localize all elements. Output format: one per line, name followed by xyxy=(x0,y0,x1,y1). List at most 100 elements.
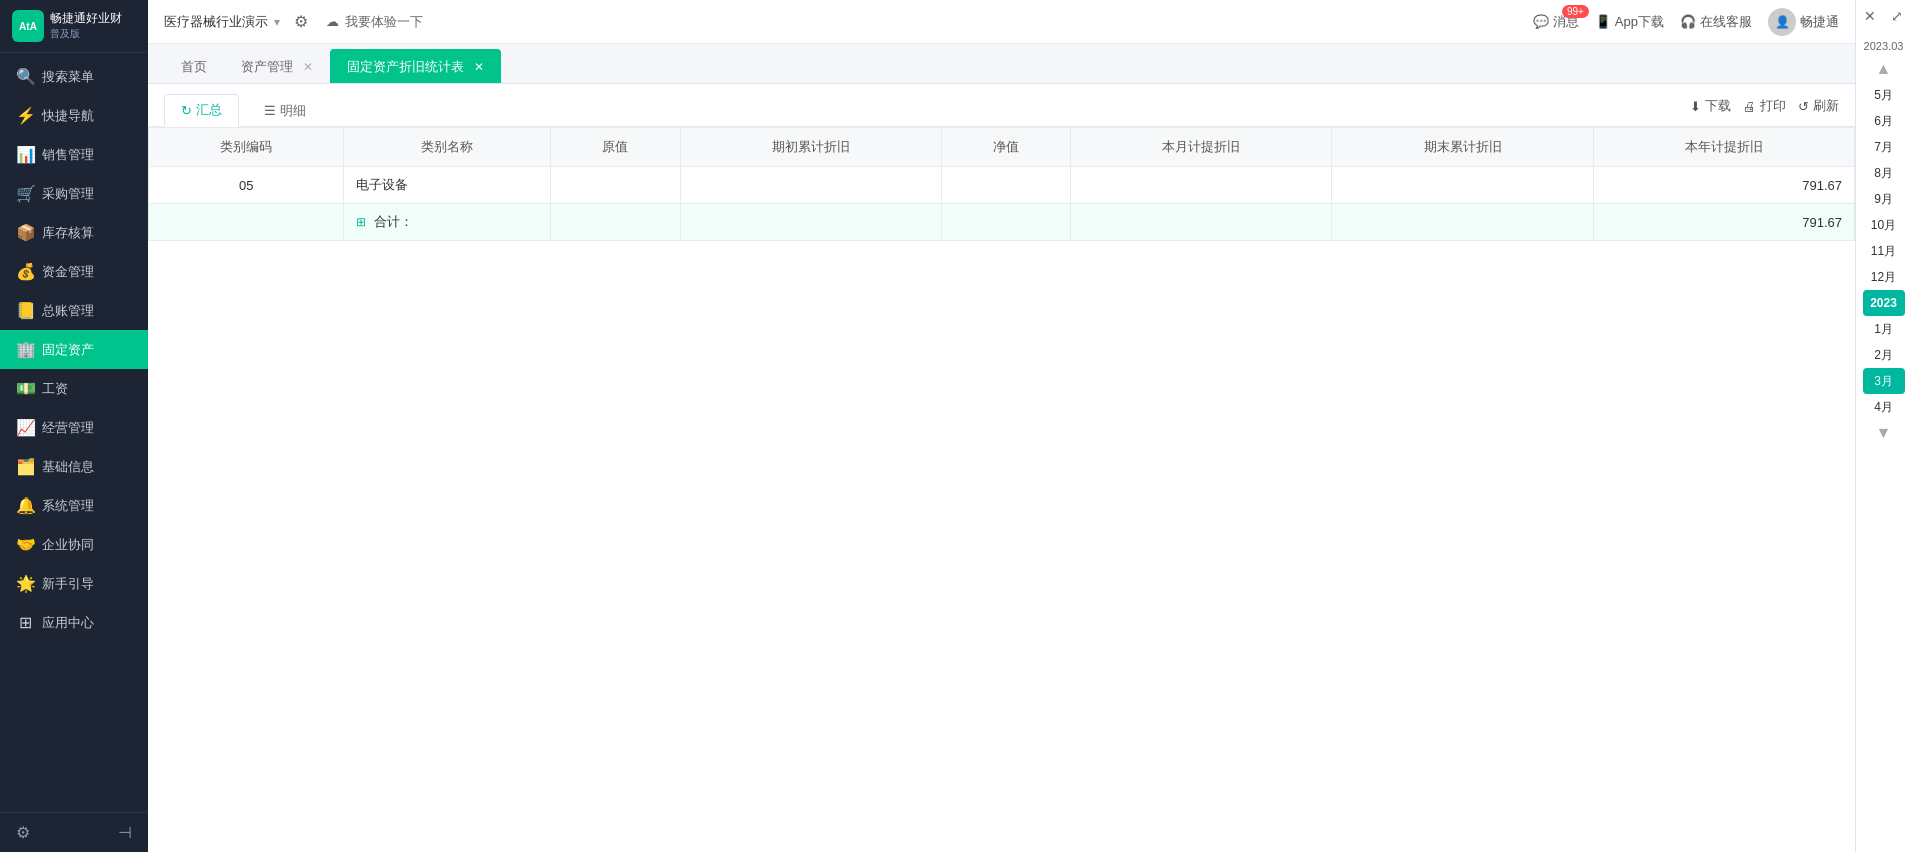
cell-initial-accum xyxy=(680,167,941,204)
month-11[interactable]: 11月 xyxy=(1863,238,1905,264)
mobile-icon: 📱 xyxy=(1595,14,1611,29)
main-area: 医疗器械行业演示 ▾ ⚙ ☁ 我要体验一下 💬 消息 99+ 📱 App下载 🎧… xyxy=(148,0,1855,852)
notifications-button[interactable]: 💬 消息 99+ xyxy=(1533,13,1579,31)
print-button[interactable]: 🖨 打印 xyxy=(1743,97,1786,115)
cell-original xyxy=(551,167,680,204)
sidebar-item-fixed-assets[interactable]: 🏢 固定资产 xyxy=(0,330,148,369)
tabbar: 首页 资产管理 ✕ 固定资产折旧统计表 ✕ xyxy=(148,44,1855,84)
subtab-detail[interactable]: ☰ 明细 xyxy=(247,94,323,126)
sidebar-logo: AtA 畅捷通好业财 普及版 xyxy=(0,0,148,53)
sidebar-item-payroll[interactable]: 💵 工资 xyxy=(0,369,148,408)
subtab-summary[interactable]: ↻ 汇总 xyxy=(164,94,239,127)
collapse-icon[interactable]: ⊣ xyxy=(118,823,132,842)
toolbar-actions: ⬇ 下载 🖨 打印 ↺ 刷新 xyxy=(1690,97,1839,123)
sidebar-item-base-info[interactable]: 🗂️ 基础信息 xyxy=(0,447,148,486)
month-4[interactable]: 4月 xyxy=(1863,394,1905,420)
sidebar-item-search[interactable]: 🔍 搜索菜单 xyxy=(0,57,148,96)
month-3-active[interactable]: 3月 xyxy=(1863,368,1905,394)
summary-row: ⊞ 合计： 791.67 xyxy=(149,204,1855,241)
grid-icon: ⊞ xyxy=(16,613,34,632)
month-7[interactable]: 7月 xyxy=(1863,134,1905,160)
money-icon: 💰 xyxy=(16,262,34,281)
tab-home[interactable]: 首页 xyxy=(164,49,224,83)
month-10[interactable]: 10月 xyxy=(1863,212,1905,238)
search-icon: 🔍 xyxy=(16,67,34,86)
scroll-down-button[interactable]: ▼ xyxy=(1872,420,1896,446)
right-panel-close-icon[interactable]: ✕ xyxy=(1864,8,1876,24)
experience-button[interactable]: ☁ 我要体验一下 xyxy=(326,13,423,31)
download-button[interactable]: ⬇ 下载 xyxy=(1690,97,1731,115)
headset-icon: 🎧 xyxy=(1680,14,1696,29)
box-icon: 📦 xyxy=(16,223,34,242)
cell-code: 05 xyxy=(149,167,344,204)
sidebar-item-cooperation[interactable]: 🤝 企业协同 xyxy=(0,525,148,564)
logo-edition: 普及版 xyxy=(50,27,122,41)
month-2[interactable]: 2月 xyxy=(1863,342,1905,368)
right-panel: ✕ ⤢ 2023.03 ▲ 5月 6月 7月 8月 9月 10月 11月 12月… xyxy=(1855,0,1911,852)
summary-net-value xyxy=(941,204,1070,241)
avatar: 👤 xyxy=(1768,8,1796,36)
message-icon: 💬 xyxy=(1533,14,1549,29)
month-list: 5月 6月 7月 8月 9月 10月 11月 12月 2023 1月 2月 3月… xyxy=(1856,82,1911,420)
summary-monthly-dep xyxy=(1071,204,1332,241)
year-2023-label[interactable]: 2023 xyxy=(1863,290,1905,316)
right-panel-expand-icon[interactable]: ⤢ xyxy=(1891,8,1903,24)
folder-icon: 🗂️ xyxy=(16,457,34,476)
print-icon: 🖨 xyxy=(1743,99,1756,114)
sidebar-item-ledger[interactable]: 📒 总账管理 xyxy=(0,291,148,330)
book-icon: 📒 xyxy=(16,301,34,320)
cloud-icon: ☁ xyxy=(326,14,339,29)
sidebar-item-capital[interactable]: 💰 资金管理 xyxy=(0,252,148,291)
table-header-row: 类别编码 类别名称 原值 期初累计折旧 净值 本月计提折旧 期末累计折旧 本年计… xyxy=(149,128,1855,167)
sidebar-nav: 🔍 搜索菜单 ⚡ 快捷导航 📊 销售管理 🛒 采购管理 📦 库存核算 💰 资金管… xyxy=(0,53,148,812)
logo-icon: AtA xyxy=(12,10,44,42)
scroll-up-button[interactable]: ▲ xyxy=(1872,56,1896,82)
list-icon: ☰ xyxy=(264,103,276,118)
online-service-button[interactable]: 🎧 在线客服 xyxy=(1680,13,1752,31)
topbar-right: 💬 消息 99+ 📱 App下载 🎧 在线客服 👤 畅捷通 xyxy=(1533,8,1839,36)
col-original: 原值 xyxy=(551,128,680,167)
summary-annual-dep: 791.67 xyxy=(1593,204,1854,241)
refresh-button[interactable]: ↺ 刷新 xyxy=(1798,97,1839,115)
sidebar-item-system[interactable]: 🔔 系统管理 xyxy=(0,486,148,525)
trend-icon: 📈 xyxy=(16,418,34,437)
logo-text: 畅捷通好业财 xyxy=(50,11,122,27)
refresh-icon: ↺ xyxy=(1798,99,1809,114)
topbar: 医疗器械行业演示 ▾ ⚙ ☁ 我要体验一下 💬 消息 99+ 📱 App下载 🎧… xyxy=(148,0,1855,44)
month-6[interactable]: 6月 xyxy=(1863,108,1905,134)
table-wrap: 类别编码 类别名称 原值 期初累计折旧 净值 本月计提折旧 期末累计折旧 本年计… xyxy=(148,127,1855,852)
subtabs: ↻ 汇总 ☰ 明细 xyxy=(164,94,323,126)
sidebar-item-quick-nav[interactable]: ⚡ 快捷导航 xyxy=(0,96,148,135)
notification-badge: 99+ xyxy=(1562,5,1589,18)
month-9[interactable]: 9月 xyxy=(1863,186,1905,212)
month-8[interactable]: 8月 xyxy=(1863,160,1905,186)
sidebar-item-purchase[interactable]: 🛒 采购管理 xyxy=(0,174,148,213)
col-monthly-dep: 本月计提折旧 xyxy=(1071,128,1332,167)
month-12[interactable]: 12月 xyxy=(1863,264,1905,290)
col-initial-accum: 期初累计折旧 xyxy=(680,128,941,167)
month-5[interactable]: 5月 xyxy=(1863,82,1905,108)
sidebar-item-app-center[interactable]: ⊞ 应用中心 xyxy=(0,603,148,642)
cell-net-value xyxy=(941,167,1070,204)
company-settings-icon[interactable]: ⚙ xyxy=(294,12,308,31)
col-net-value: 净值 xyxy=(941,128,1070,167)
sidebar-item-operations[interactable]: 📈 经营管理 xyxy=(0,408,148,447)
month-1[interactable]: 1月 xyxy=(1863,316,1905,342)
cell-name: 电子设备 xyxy=(344,167,551,204)
sidebar-item-sales[interactable]: 📊 销售管理 xyxy=(0,135,148,174)
tab-depreciation-report-close[interactable]: ✕ xyxy=(474,60,484,74)
sidebar-item-inventory[interactable]: 📦 库存核算 xyxy=(0,213,148,252)
summary-period-end xyxy=(1332,204,1593,241)
tab-depreciation-report[interactable]: 固定资产折旧统计表 ✕ xyxy=(330,49,501,83)
company-selector[interactable]: 医疗器械行业演示 ▾ xyxy=(164,13,280,31)
page-content: ↻ 汇总 ☰ 明细 ⬇ 下载 🖨 打印 ↺ 刷 xyxy=(148,84,1855,852)
table-row: 05 电子设备 791.67 xyxy=(149,167,1855,204)
user-menu[interactable]: 👤 畅捷通 xyxy=(1768,8,1839,36)
settings-bottom-icon[interactable]: ⚙ xyxy=(16,823,30,842)
col-name: 类别名称 xyxy=(344,128,551,167)
tab-asset-manage[interactable]: 资产管理 ✕ xyxy=(224,49,330,83)
tab-asset-manage-close[interactable]: ✕ xyxy=(303,60,313,74)
refresh-circle-icon: ↻ xyxy=(181,103,192,118)
sidebar-item-guide[interactable]: 🌟 新手引导 xyxy=(0,564,148,603)
app-download-button[interactable]: 📱 App下载 xyxy=(1595,13,1664,31)
